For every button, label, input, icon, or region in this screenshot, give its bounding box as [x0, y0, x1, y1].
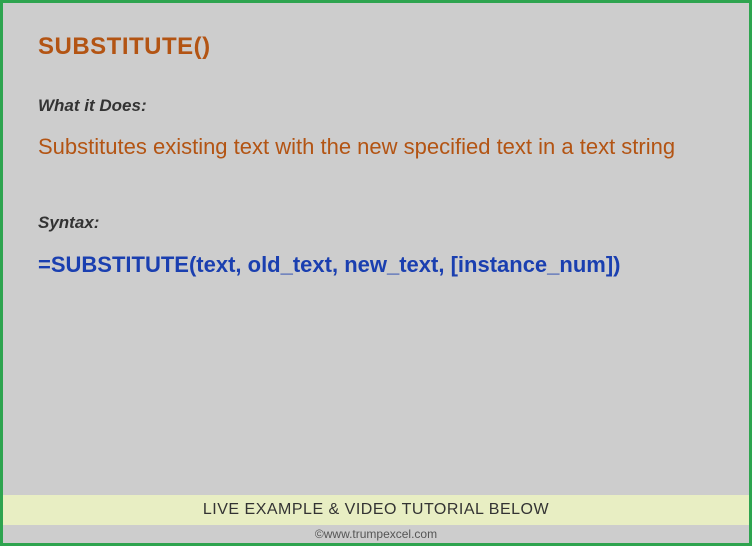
copyright-text: ©www.trumpexcel.com	[3, 527, 749, 543]
syntax-code: =SUBSTITUTE(text, old_text, new_text, [i…	[38, 243, 714, 287]
syntax-label: Syntax:	[38, 213, 714, 233]
function-description: Substitutes existing text with the new s…	[38, 126, 714, 168]
footer-band: LIVE EXAMPLE & VIDEO TUTORIAL BELOW	[3, 495, 749, 525]
card-content: SUBSTITUTE() What it Does: Substitutes e…	[3, 3, 749, 307]
what-it-does-label: What it Does:	[38, 96, 714, 116]
function-card: SUBSTITUTE() What it Does: Substitutes e…	[0, 0, 752, 546]
function-title: SUBSTITUTE()	[38, 33, 714, 61]
